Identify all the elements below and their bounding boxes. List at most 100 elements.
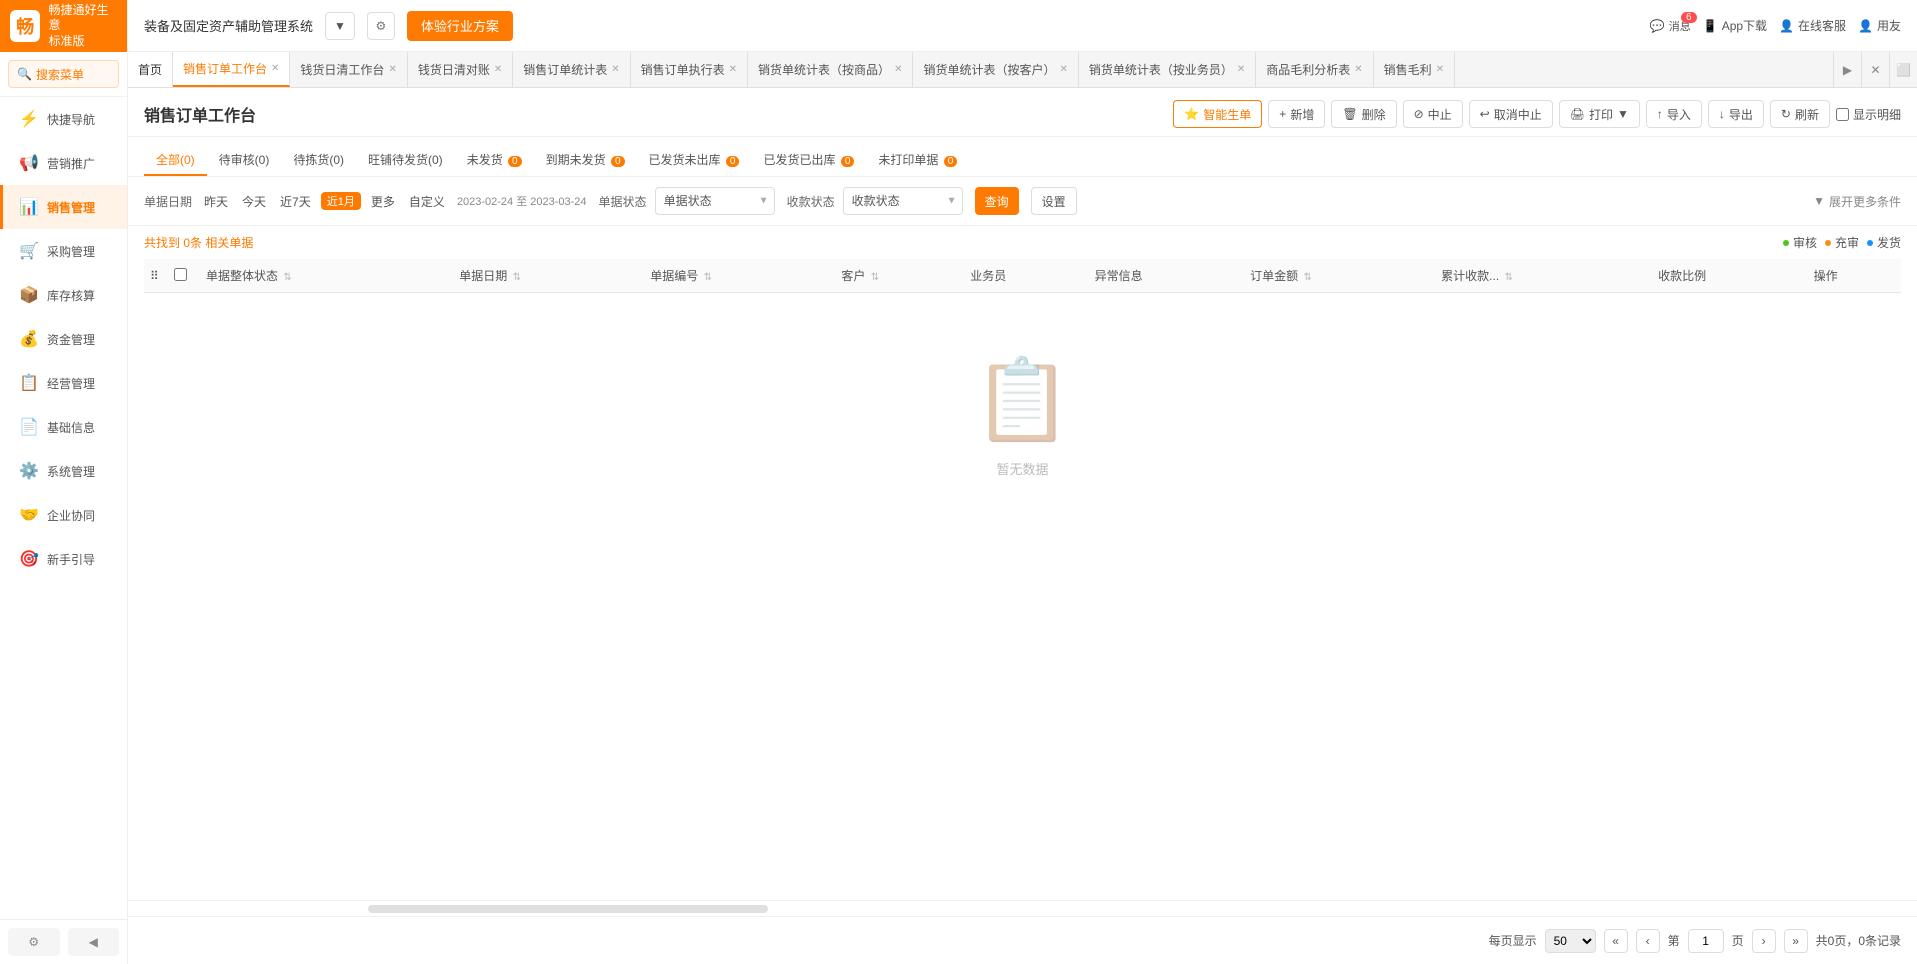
- query-button[interactable]: 查询: [975, 187, 1019, 215]
- last-page-button[interactable]: »: [1784, 929, 1808, 953]
- tab-cash-daily[interactable]: 钱货日清工作台 ✕: [290, 52, 407, 87]
- sub-tab-pending-pickup[interactable]: 待拣货(0): [281, 145, 356, 176]
- export-button[interactable]: ↓ 导出: [1708, 100, 1764, 128]
- tab-sales-profit[interactable]: 销售毛利 ✕: [1374, 52, 1455, 87]
- tab-maximize-button[interactable]: ⬜: [1889, 52, 1917, 88]
- tab-sales-staff[interactable]: 销货单统计表（按业务员） ✕: [1079, 52, 1256, 87]
- topbar-gear-button[interactable]: ⚙: [367, 12, 395, 40]
- app-download-button[interactable]: 📱 App下载: [1703, 17, 1767, 34]
- status-sort-icon[interactable]: ⇅: [283, 272, 291, 283]
- show-detail-input[interactable]: [1836, 108, 1849, 121]
- inventory-icon: 📦: [19, 285, 39, 305]
- collapse-sidebar-button[interactable]: ◀: [68, 928, 120, 956]
- online-service-button[interactable]: 👤 在线客服: [1779, 17, 1846, 34]
- topbar-dropdown-button[interactable]: ▼: [325, 12, 355, 40]
- deliver-action[interactable]: 发货: [1867, 234, 1901, 251]
- sub-tab-wangpu[interactable]: 旺铺待发货(0): [356, 145, 455, 176]
- tab-margin-analysis[interactable]: 商品毛利分析表 ✕: [1256, 52, 1373, 87]
- sidebar-item-system[interactable]: ⚙️ 系统管理: [0, 449, 127, 493]
- tab-margin-analysis-close[interactable]: ✕: [1354, 64, 1362, 75]
- prev-page-button[interactable]: ‹: [1636, 929, 1660, 953]
- date-custom[interactable]: 自定义: [405, 191, 449, 212]
- sidebar-item-marketing[interactable]: 📢 营销推广: [0, 141, 127, 185]
- import-button[interactable]: ↑ 导入: [1646, 100, 1702, 128]
- tab-sales-stats[interactable]: 销售订单统计表 ✕: [513, 52, 630, 87]
- show-detail-checkbox[interactable]: 显示明细: [1836, 106, 1901, 123]
- tab-sales-customer[interactable]: 销货单统计表（按客户） ✕: [913, 52, 1078, 87]
- sub-tab-expired-label: 到期未发货: [546, 153, 606, 167]
- date-yesterday[interactable]: 昨天: [200, 191, 232, 212]
- sidebar-item-inventory[interactable]: 📦 库存核算: [0, 273, 127, 317]
- tab-sales-exec[interactable]: 销售订单执行表 ✕: [631, 52, 748, 87]
- collected-sort-icon[interactable]: ⇅: [1505, 272, 1513, 283]
- settings-footer-button[interactable]: ⚙: [8, 928, 60, 956]
- sidebar-item-enterprise[interactable]: 🤝 企业协同: [0, 493, 127, 537]
- select-all-checkbox[interactable]: [174, 268, 187, 281]
- first-page-button[interactable]: «: [1604, 929, 1628, 953]
- sub-tab-not-printed[interactable]: 未打印单据 0: [866, 145, 969, 176]
- status-select[interactable]: 单据状态: [655, 187, 775, 215]
- per-page-select[interactable]: 50 10 20 100: [1545, 929, 1596, 953]
- tab-cash-daily-close[interactable]: ✕: [388, 64, 396, 75]
- sidebar-item-finance[interactable]: 💰 资金管理: [0, 317, 127, 361]
- tab-cash-reconcile[interactable]: 钱货日清对账 ✕: [408, 52, 513, 87]
- solution-button[interactable]: 体验行业方案: [407, 11, 513, 41]
- sub-tab-shipped-not-stored[interactable]: 已发货未出库 0: [637, 145, 752, 176]
- sub-tab-pending-review[interactable]: 待审核(0): [207, 145, 282, 176]
- tab-sales-customer-close[interactable]: ✕: [1059, 64, 1067, 75]
- refresh-button[interactable]: ↻ 刷新: [1770, 100, 1830, 128]
- next-page-button[interactable]: ›: [1752, 929, 1776, 953]
- unaudit-action[interactable]: 充审: [1825, 234, 1859, 251]
- expand-filter-button[interactable]: ▼ 展开更多条件: [1813, 193, 1901, 210]
- sidebar-item-purchase[interactable]: 🛒 采购管理: [0, 229, 127, 273]
- date-7days[interactable]: 近7天: [276, 191, 315, 212]
- cancel-stop-button[interactable]: ↩ 取消中止: [1469, 100, 1553, 128]
- delete-button[interactable]: 🗑 删除: [1331, 100, 1396, 128]
- search-menu-button[interactable]: 🔍 搜索菜单: [8, 60, 119, 88]
- sidebar-item-quick-nav[interactable]: ⚡ 快捷导航: [0, 97, 127, 141]
- print-button[interactable]: 🖨 打印 ▼: [1559, 100, 1640, 128]
- tab-sales-product[interactable]: 销货单统计表（按商品） ✕: [748, 52, 913, 87]
- tab-sales-stats-close[interactable]: ✕: [611, 64, 619, 75]
- audit-action[interactable]: 审核: [1783, 234, 1817, 251]
- amount-sort-icon[interactable]: ⇅: [1303, 272, 1311, 283]
- checkbox-column-header[interactable]: [168, 259, 200, 293]
- sub-tab-shipped-stored[interactable]: 已发货已出库 0: [751, 145, 866, 176]
- date-1month-active[interactable]: 近1月: [321, 192, 361, 210]
- sub-tab-all[interactable]: 全部(0): [144, 145, 207, 176]
- date-sort-icon[interactable]: ⇅: [513, 272, 521, 283]
- base-info-icon: 📄: [19, 417, 39, 437]
- tab-sales-exec-close[interactable]: ✕: [729, 64, 737, 75]
- tab-home[interactable]: 首页: [128, 52, 173, 87]
- horizontal-scrollbar[interactable]: [128, 900, 1917, 916]
- sub-tab-not-shipped[interactable]: 未发货 0: [455, 145, 534, 176]
- tab-close-all-button[interactable]: ✕: [1861, 52, 1889, 88]
- sidebar-item-base-info[interactable]: 📄 基础信息: [0, 405, 127, 449]
- date-more[interactable]: 更多: [367, 191, 399, 212]
- tab-sales-workbench[interactable]: 销售订单工作台 ✕: [173, 52, 290, 87]
- sidebar-item-operation[interactable]: 📋 经营管理: [0, 361, 127, 405]
- number-sort-icon[interactable]: ⇅: [704, 272, 712, 283]
- tab-sales-workbench-close[interactable]: ✕: [271, 63, 279, 74]
- tab-more-button[interactable]: ▶: [1833, 52, 1861, 88]
- smart-order-button[interactable]: ⭐ 智能生单: [1173, 100, 1262, 128]
- filter-settings-button[interactable]: 设置: [1031, 187, 1077, 215]
- date-today[interactable]: 今天: [238, 191, 270, 212]
- sidebar-item-guide[interactable]: 🎯 新手引导: [0, 537, 127, 581]
- sidebar-item-sales[interactable]: 📊 销售管理: [0, 185, 127, 229]
- topbar-right: 💬 消息 6 📱 App下载 👤 在线客服 👤 用友: [1650, 17, 1901, 34]
- payment-select[interactable]: 收款状态: [843, 187, 963, 215]
- stop-button[interactable]: ⊘ 中止: [1403, 100, 1463, 128]
- customer-sort-icon[interactable]: ⇅: [871, 272, 879, 283]
- message-button[interactable]: 💬 消息 6: [1650, 18, 1691, 34]
- tab-sales-profit-close[interactable]: ✕: [1436, 64, 1444, 75]
- new-button[interactable]: + 新增: [1268, 100, 1325, 128]
- scrollbar-thumb[interactable]: [368, 905, 768, 913]
- page-number-input[interactable]: [1688, 929, 1724, 953]
- user-avatar[interactable]: 👤 用友: [1858, 17, 1901, 34]
- tab-sales-product-close[interactable]: ✕: [894, 64, 902, 75]
- tab-cash-reconcile-close[interactable]: ✕: [494, 64, 502, 75]
- tab-sales-staff-close[interactable]: ✕: [1237, 64, 1245, 75]
- status-filter-label: 单据状态: [599, 193, 647, 210]
- sub-tab-expired-not-shipped[interactable]: 到期未发货 0: [534, 145, 637, 176]
